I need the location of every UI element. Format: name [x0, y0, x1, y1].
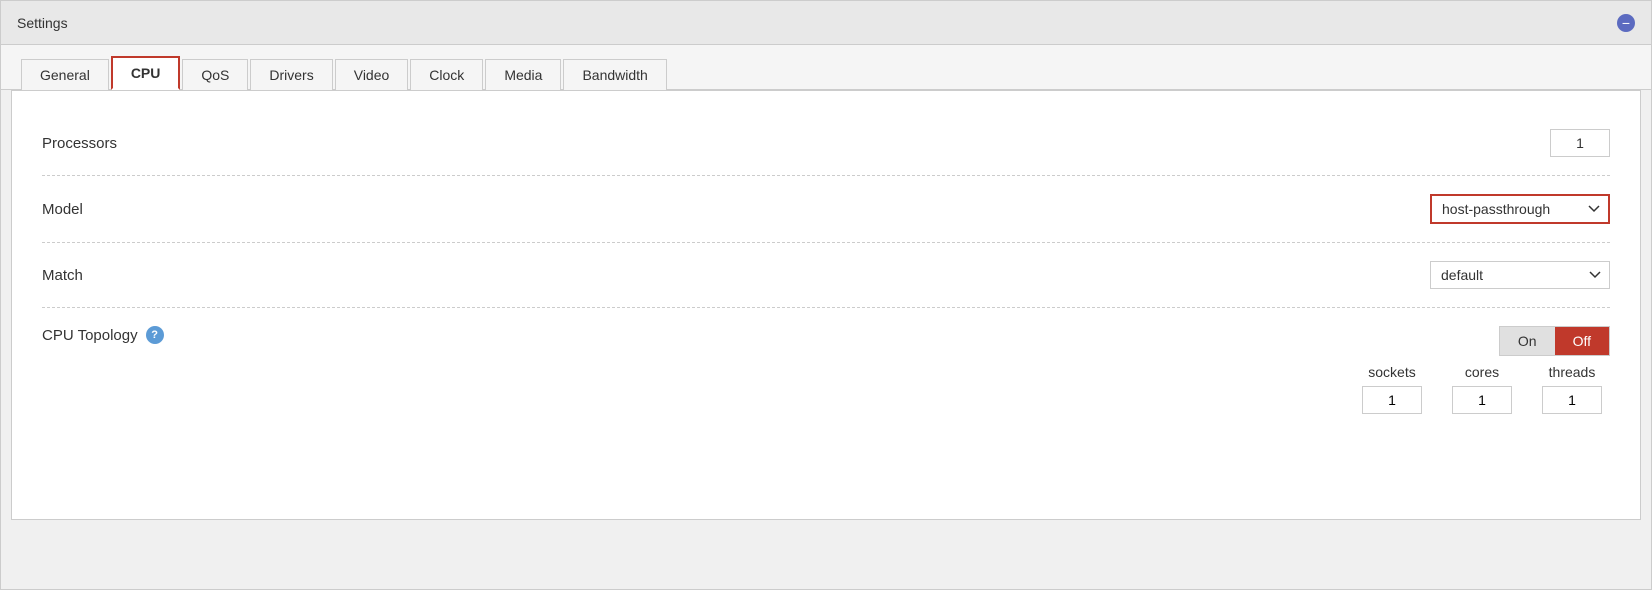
sockets-label: sockets — [1362, 364, 1422, 380]
tab-drivers[interactable]: Drivers — [250, 59, 332, 90]
window-title: Settings — [17, 15, 68, 31]
cpu-topology-right: On Off sockets cores threads — [1362, 326, 1610, 414]
tab-cpu[interactable]: CPU — [111, 56, 181, 90]
tab-clock[interactable]: Clock — [410, 59, 483, 90]
topology-labels: sockets cores threads — [1362, 364, 1610, 380]
threads-label: threads — [1542, 364, 1602, 380]
cpu-topology-help-icon[interactable]: ? — [146, 326, 164, 344]
tab-bandwidth[interactable]: Bandwidth — [563, 59, 666, 90]
tabs-bar: General CPU QoS Drivers Video Clock Medi… — [1, 45, 1651, 90]
tab-media[interactable]: Media — [485, 59, 561, 90]
topology-inputs — [1362, 386, 1610, 414]
match-label: Match — [42, 267, 83, 284]
minimize-button[interactable]: − — [1617, 14, 1635, 32]
match-control: default exact minimum none — [1430, 261, 1610, 289]
content-area: Processors Model host-passthrough defaul… — [11, 90, 1641, 520]
cpu-topology-row: CPU Topology ? On Off sockets cores thre… — [42, 308, 1610, 432]
title-bar: Settings − — [1, 1, 1651, 45]
processors-label: Processors — [42, 135, 117, 152]
processors-row: Processors — [42, 111, 1610, 176]
model-control: host-passthrough default host-model cust… — [1430, 194, 1610, 224]
cpu-topology-label: CPU Topology — [42, 327, 138, 344]
model-select[interactable]: host-passthrough default host-model cust… — [1430, 194, 1610, 224]
settings-window: Settings − General CPU QoS Drivers Video… — [0, 0, 1652, 590]
tab-qos[interactable]: QoS — [182, 59, 248, 90]
match-row: Match default exact minimum none — [42, 243, 1610, 308]
model-label: Model — [42, 201, 83, 218]
topology-off-button[interactable]: Off — [1555, 327, 1609, 355]
tab-general[interactable]: General — [21, 59, 109, 90]
sockets-input[interactable] — [1362, 386, 1422, 414]
cores-label: cores — [1452, 364, 1512, 380]
cpu-topology-label-group: CPU Topology ? — [42, 326, 164, 344]
processors-control — [1550, 129, 1610, 157]
tab-video[interactable]: Video — [335, 59, 409, 90]
processors-input[interactable] — [1550, 129, 1610, 157]
model-row: Model host-passthrough default host-mode… — [42, 176, 1610, 243]
topology-toggle-group: On Off — [1499, 326, 1610, 356]
threads-input[interactable] — [1542, 386, 1602, 414]
match-select[interactable]: default exact minimum none — [1430, 261, 1610, 289]
topology-on-button[interactable]: On — [1500, 327, 1555, 355]
cores-input[interactable] — [1452, 386, 1512, 414]
